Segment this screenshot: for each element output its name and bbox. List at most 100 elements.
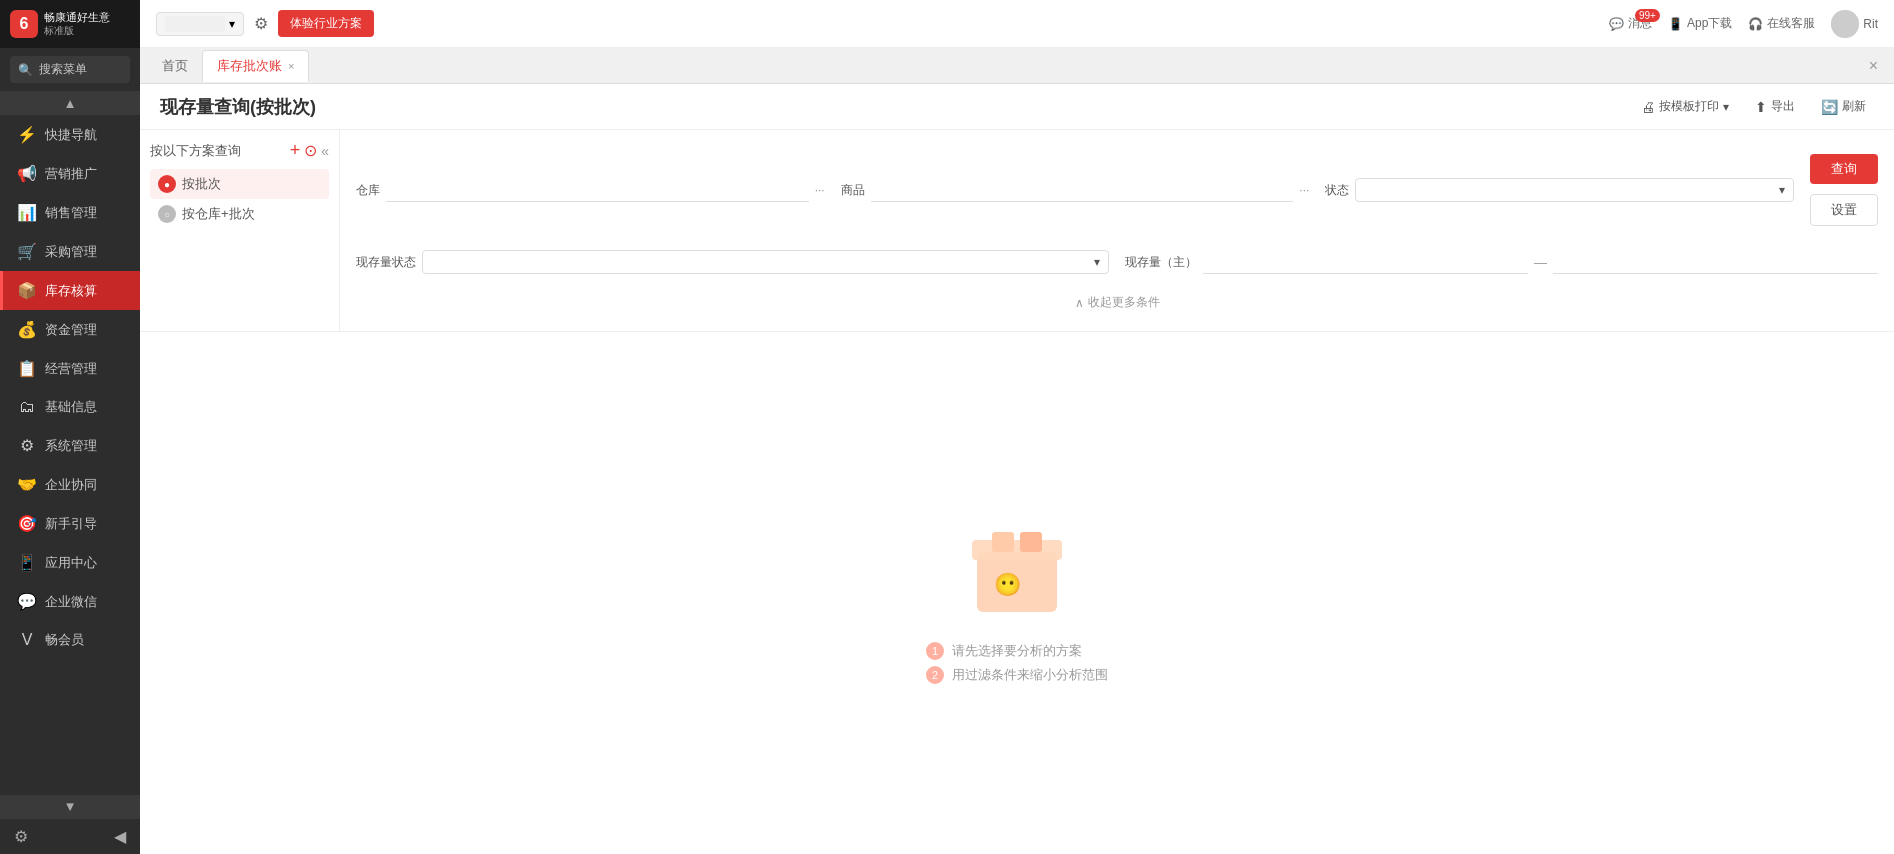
page-actions: 🖨 按模板打印 ▾ ⬆ 导出 🔄 刷新 <box>1633 94 1874 119</box>
message-icon: 💬 <box>1609 17 1624 31</box>
sidebar-item-operations[interactable]: 📋 经营管理 <box>0 349 140 388</box>
online-service-button[interactable]: 🎧 在线客服 <box>1748 15 1815 32</box>
sidebar-item-marketing[interactable]: 📢 营销推广 <box>0 154 140 193</box>
tabbar: 首页 库存批次账 × × <box>140 48 1894 84</box>
footer-collapse-button[interactable]: ◀ <box>114 827 126 846</box>
quick-nav-icon: ⚡ <box>17 125 37 144</box>
scheme-add-button[interactable]: + <box>290 140 301 161</box>
filter-row-2: 现存量状态 ▾ 现存量（主） — <box>356 250 1878 274</box>
hint-1-text: 请先选择要分析的方案 <box>952 642 1082 660</box>
enterprise-icon: 🤝 <box>17 475 37 494</box>
sidebar-item-label: 采购管理 <box>45 243 97 261</box>
filter-panel: 按以下方案查询 + ⊙ « ● 按批次 ○ 按仓库+批次 <box>140 130 1894 332</box>
sidebar-item-system[interactable]: ⚙ 系统管理 <box>0 426 140 465</box>
hint-2-num: 2 <box>926 666 944 684</box>
print-button[interactable]: 🖨 按模板打印 ▾ <box>1633 94 1737 119</box>
basics-icon: 🗂 <box>17 398 37 416</box>
marketing-icon: 📢 <box>17 164 37 183</box>
empty-hints: 1 请先选择要分析的方案 2 用过滤条件来缩小分析范围 <box>926 642 1108 684</box>
content-area: 现存量查询(按批次) 🖨 按模板打印 ▾ ⬆ 导出 🔄 刷新 <box>140 84 1894 854</box>
scroll-up-arrow[interactable]: ▲ <box>0 92 140 115</box>
collapse-more-button[interactable]: ∧ 收起更多条件 <box>356 286 1878 319</box>
sidebar-item-label: 快捷导航 <box>45 126 97 144</box>
tab-close-icon[interactable]: × <box>288 60 294 72</box>
svg-rect-1 <box>972 540 1062 560</box>
sidebar-item-newguide[interactable]: 🎯 新手引导 <box>0 504 140 543</box>
scheme-collapse-button[interactable]: « <box>321 140 329 161</box>
footer-settings-button[interactable]: ⚙ <box>14 827 28 846</box>
sidebar-item-label: 企业微信 <box>45 593 97 611</box>
newguide-icon: 🎯 <box>17 514 37 533</box>
sidebar-item-enterprise[interactable]: 🤝 企业协同 <box>0 465 140 504</box>
sidebar-item-inventory[interactable]: 📦 库存核算 <box>0 271 140 310</box>
quantity-range: — <box>1203 251 1878 274</box>
warehouse-label: 仓库 <box>356 182 380 199</box>
export-button[interactable]: ⬆ 导出 <box>1747 94 1803 119</box>
app-logo: 6 <box>10 10 38 38</box>
warehouse-dots-icon[interactable]: ··· <box>815 183 825 197</box>
topbar-dropdown[interactable]: ▾ <box>156 12 244 36</box>
tab-inventory-batch[interactable]: 库存批次账 × <box>202 50 309 82</box>
product-dots-icon[interactable]: ··· <box>1299 183 1309 197</box>
sidebar-item-finance[interactable]: 💰 资金管理 <box>0 310 140 349</box>
quantity-max-input[interactable] <box>1553 251 1878 274</box>
sidebar-item-quick-nav[interactable]: ⚡ 快捷导航 <box>0 115 140 154</box>
svg-rect-2 <box>992 532 1014 552</box>
scheme-item-label: 按仓库+批次 <box>182 205 255 223</box>
scheme-header-actions: + ⊙ « <box>290 140 329 161</box>
tab-home[interactable]: 首页 <box>148 51 202 81</box>
print-dropdown-icon: ▾ <box>1723 100 1729 114</box>
sidebar-item-label: 基础信息 <box>45 398 97 416</box>
settings-button[interactable]: 设置 <box>1810 194 1878 226</box>
page-header: 现存量查询(按批次) 🖨 按模板打印 ▾ ⬆ 导出 🔄 刷新 <box>140 84 1894 130</box>
quantity-min-input[interactable] <box>1203 251 1528 274</box>
main-area: ▾ ⚙ 体验行业方案 💬 消息 99+ 📱 App下载 🎧 在线客服 <box>140 0 1894 854</box>
filter-fields: 仓库 ··· 商品 ··· 状态 <box>340 130 1894 331</box>
sidebar-item-basics[interactable]: 🗂 基础信息 <box>0 388 140 426</box>
online-service-icon: 🎧 <box>1748 17 1763 31</box>
hint-1-num: 1 <box>926 642 944 660</box>
scheme-item-warehouse-batch[interactable]: ○ 按仓库+批次 <box>150 199 329 229</box>
svg-rect-3 <box>1020 532 1042 552</box>
export-label: 导出 <box>1771 98 1795 115</box>
empty-hint-2: 2 用过滤条件来缩小分析范围 <box>926 666 1108 684</box>
search-menu-button[interactable]: 🔍 搜索菜单 <box>10 56 130 83</box>
status-select[interactable]: ▾ <box>1355 178 1794 202</box>
topbar-gear-icon[interactable]: ⚙ <box>254 14 268 33</box>
corpwechat-icon: 💬 <box>17 592 37 611</box>
tab-inventory-batch-label: 库存批次账 <box>217 57 282 75</box>
sidebar-item-label: 营销推广 <box>45 165 97 183</box>
company-name: 畅康通好生意 <box>44 10 110 24</box>
sidebar-item-member[interactable]: V 畅会员 <box>0 621 140 659</box>
inventory-icon: 📦 <box>17 281 37 300</box>
sidebar-item-purchase[interactable]: 🛒 采购管理 <box>0 232 140 271</box>
message-button[interactable]: 💬 消息 99+ <box>1609 15 1652 32</box>
user-profile-button[interactable]: Rit <box>1831 10 1878 38</box>
warehouse-field: 仓库 ··· <box>356 179 825 202</box>
refresh-icon: 🔄 <box>1821 99 1838 115</box>
scheme-item-batch[interactable]: ● 按批次 <box>150 169 329 199</box>
sidebar-item-corpwechat[interactable]: 💬 企业微信 <box>0 582 140 621</box>
online-service-label: 在线客服 <box>1767 15 1815 32</box>
sidebar-item-label: 应用中心 <box>45 554 97 572</box>
user-avatar <box>1831 10 1859 38</box>
sidebar-navigation: ⚡ 快捷导航 📢 营销推广 📊 销售管理 🛒 采购管理 📦 库存核算 💰 资金管… <box>0 115 140 795</box>
sidebar-item-appcenter[interactable]: 📱 应用中心 <box>0 543 140 582</box>
user-avatar-placeholder <box>1831 10 1859 38</box>
query-button[interactable]: 查询 <box>1810 154 1878 184</box>
warehouse-input[interactable] <box>386 179 809 202</box>
scroll-down-arrow[interactable]: ▼ <box>0 795 140 818</box>
experience-button[interactable]: 体验行业方案 <box>278 10 374 37</box>
scheme-settings-button[interactable]: ⊙ <box>304 140 317 161</box>
sidebar-header: 6 畅康通好生意 标准版 <box>0 0 140 48</box>
refresh-button[interactable]: 🔄 刷新 <box>1813 94 1874 119</box>
stock-status-select[interactable]: ▾ <box>422 250 1109 274</box>
purchase-icon: 🛒 <box>17 242 37 261</box>
tab-area-close-button[interactable]: × <box>1861 53 1886 79</box>
stock-quantity-field: 现存量（主） — <box>1125 251 1878 274</box>
sidebar-item-sales[interactable]: 📊 销售管理 <box>0 193 140 232</box>
app-download-button[interactable]: 📱 App下载 <box>1668 15 1732 32</box>
product-label: 商品 <box>841 182 865 199</box>
product-input[interactable] <box>871 179 1294 202</box>
empty-svg: 😶 <box>957 502 1077 622</box>
